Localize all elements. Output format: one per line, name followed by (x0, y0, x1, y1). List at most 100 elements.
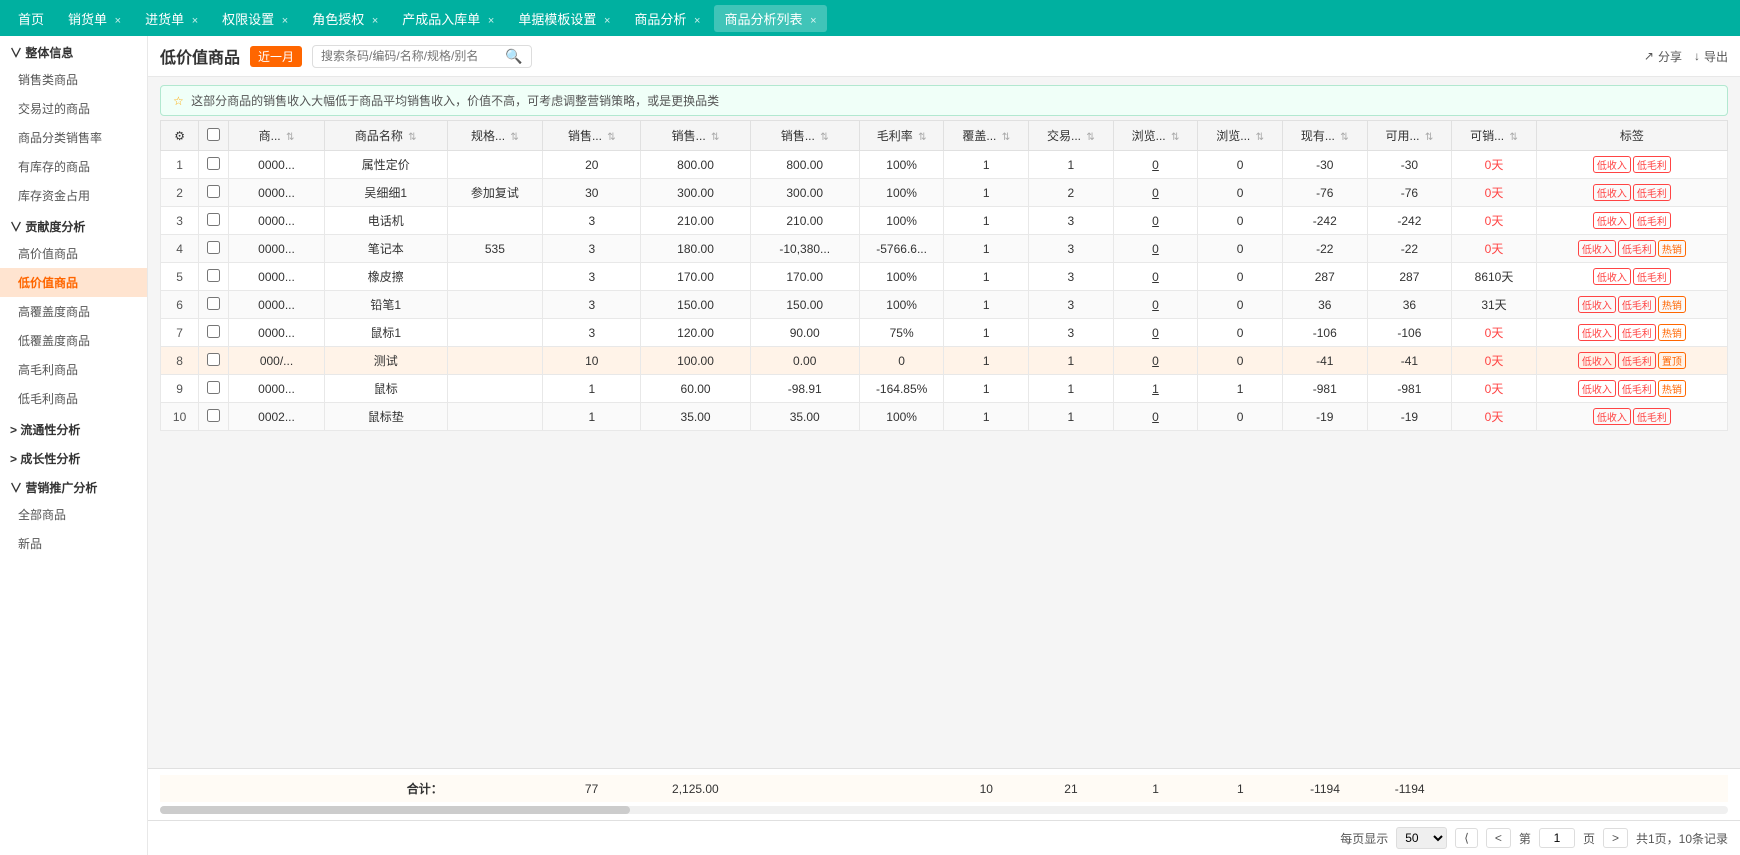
close-icon[interactable]: × (488, 15, 494, 27)
time-tag-btn[interactable]: 近一月 (250, 46, 302, 67)
col-sale-cost[interactable]: 销售... ⇅ (750, 121, 859, 151)
col-sellable[interactable]: 可销... ⇅ (1452, 121, 1537, 151)
row-checkbox-cell[interactable] (199, 375, 229, 403)
view1-link[interactable]: 0 (1152, 242, 1159, 256)
row-checkbox[interactable] (207, 213, 220, 226)
export-button[interactable]: ↓ 导出 (1694, 48, 1728, 65)
col-sale-amt[interactable]: 销售... ⇅ (641, 121, 750, 151)
row-view1[interactable]: 0 (1113, 151, 1198, 179)
table-container[interactable]: ⚙ 商... ⇅ 商品名称 ⇅ 规格... ⇅ 销售... ⇅ 销售... ⇅ … (160, 120, 1728, 768)
view1-link[interactable]: 0 (1152, 326, 1159, 340)
row-checkbox[interactable] (207, 269, 220, 282)
col-avail[interactable]: 可用... ⇅ (1367, 121, 1452, 151)
row-view1[interactable]: 0 (1113, 207, 1198, 235)
close-icon[interactable]: × (810, 15, 816, 27)
row-checkbox-cell[interactable] (199, 319, 229, 347)
row-checkbox[interactable] (207, 157, 220, 170)
row-checkbox[interactable] (207, 381, 220, 394)
sidebar-item-high-margin[interactable]: 高毛利商品 (0, 355, 147, 384)
first-page-btn[interactable]: ⟨ (1455, 828, 1478, 848)
sidebar-item-low-value[interactable]: 低价值商品 (0, 268, 147, 297)
close-icon[interactable]: × (115, 15, 121, 27)
col-trade[interactable]: 交易... ⇅ (1029, 121, 1114, 151)
sidebar-item-all-products[interactable]: 全部商品 (0, 500, 147, 529)
close-icon[interactable]: × (372, 15, 378, 27)
row-view1[interactable]: 0 (1113, 319, 1198, 347)
col-code[interactable]: 商... ⇅ (229, 121, 325, 151)
sidebar-item-stock-products[interactable]: 有库存的商品 (0, 152, 147, 181)
sidebar-item-traded-products[interactable]: 交易过的商品 (0, 94, 147, 123)
close-icon[interactable]: × (282, 15, 288, 27)
sidebar-item-high-coverage[interactable]: 高覆盖度商品 (0, 297, 147, 326)
row-view1[interactable]: 0 (1113, 347, 1198, 375)
row-view1[interactable]: 1 (1113, 375, 1198, 403)
view1-link[interactable]: 0 (1152, 354, 1159, 368)
view1-link[interactable]: 0 (1152, 270, 1159, 284)
view1-link[interactable]: 0 (1152, 158, 1159, 172)
row-checkbox-cell[interactable] (199, 235, 229, 263)
search-icon[interactable]: 🔍 (505, 48, 522, 65)
nav-permissions[interactable]: 权限设置 × (212, 5, 298, 32)
sidebar-item-low-margin[interactable]: 低毛利商品 (0, 384, 147, 413)
view1-link[interactable]: 1 (1152, 382, 1159, 396)
col-stock[interactable]: 现有... ⇅ (1282, 121, 1367, 151)
row-checkbox[interactable] (207, 297, 220, 310)
col-cover[interactable]: 覆盖... ⇅ (944, 121, 1029, 151)
row-checkbox[interactable] (207, 353, 220, 366)
col-sale-qty[interactable]: 销售... ⇅ (543, 121, 641, 151)
row-checkbox[interactable] (207, 241, 220, 254)
nav-role-auth[interactable]: 角色授权 × (302, 5, 388, 32)
nav-product-inbound[interactable]: 产成品入库单 × (392, 5, 504, 32)
nav-template[interactable]: 单据模板设置 × (508, 5, 620, 32)
sidebar-item-new-products[interactable]: 新品 (0, 529, 147, 558)
row-checkbox[interactable] (207, 325, 220, 338)
sidebar-item-category-rate[interactable]: 商品分类销售率 (0, 123, 147, 152)
view1-link[interactable]: 0 (1152, 186, 1159, 200)
sidebar-group-marketing[interactable]: ∨ 营销推广分析 (0, 471, 147, 500)
row-checkbox-cell[interactable] (199, 151, 229, 179)
col-tag[interactable]: 标签 (1536, 121, 1727, 151)
sidebar-item-high-value[interactable]: 高价值商品 (0, 239, 147, 268)
nav-purchase[interactable]: 进货单 × (135, 5, 208, 32)
prev-page-btn[interactable]: < (1486, 828, 1511, 848)
search-input[interactable] (321, 49, 501, 63)
close-icon[interactable]: × (192, 15, 198, 27)
col-checkbox[interactable] (199, 121, 229, 151)
row-checkbox-cell[interactable] (199, 179, 229, 207)
row-checkbox-cell[interactable] (199, 347, 229, 375)
row-view1[interactable]: 0 (1113, 179, 1198, 207)
close-icon[interactable]: × (604, 15, 610, 27)
row-view1[interactable]: 0 (1113, 403, 1198, 431)
sidebar-item-sales-products[interactable]: 销售类商品 (0, 65, 147, 94)
nav-sales[interactable]: 销货单 × (58, 5, 131, 32)
view1-link[interactable]: 0 (1152, 214, 1159, 228)
next-page-btn[interactable]: > (1603, 828, 1628, 848)
row-checkbox-cell[interactable] (199, 263, 229, 291)
row-checkbox-cell[interactable] (199, 207, 229, 235)
col-name[interactable]: 商品名称 ⇅ (324, 121, 447, 151)
nav-product-analysis[interactable]: 商品分析 × (624, 5, 710, 32)
row-checkbox[interactable] (207, 409, 220, 422)
share-button[interactable]: ↗ 分享 (1644, 48, 1682, 65)
view1-link[interactable]: 0 (1152, 298, 1159, 312)
close-icon[interactable]: × (694, 15, 700, 27)
row-checkbox-cell[interactable] (199, 291, 229, 319)
page-size-select[interactable]: 50 100 200 (1396, 827, 1447, 849)
col-settings[interactable]: ⚙ (161, 121, 199, 151)
page-number-input[interactable] (1539, 828, 1575, 848)
row-view1[interactable]: 0 (1113, 235, 1198, 263)
col-margin[interactable]: 毛利率 ⇅ (859, 121, 944, 151)
sidebar-group-growth[interactable]: > 成长性分析 (0, 442, 147, 471)
col-spec[interactable]: 规格... ⇅ (447, 121, 543, 151)
row-view1[interactable]: 0 (1113, 291, 1198, 319)
sidebar-group-contribution[interactable]: ∨ 贡献度分析 (0, 210, 147, 239)
sidebar-group-circulation[interactable]: > 流通性分析 (0, 413, 147, 442)
col-view1[interactable]: 浏览... ⇅ (1113, 121, 1198, 151)
sidebar-item-stock-capital[interactable]: 库存资金占用 (0, 181, 147, 210)
view1-link[interactable]: 0 (1152, 410, 1159, 424)
row-checkbox-cell[interactable] (199, 403, 229, 431)
row-checkbox[interactable] (207, 185, 220, 198)
select-all-checkbox[interactable] (207, 128, 220, 141)
row-view1[interactable]: 0 (1113, 263, 1198, 291)
sidebar-group-overall[interactable]: ∨ 整体信息 (0, 36, 147, 65)
